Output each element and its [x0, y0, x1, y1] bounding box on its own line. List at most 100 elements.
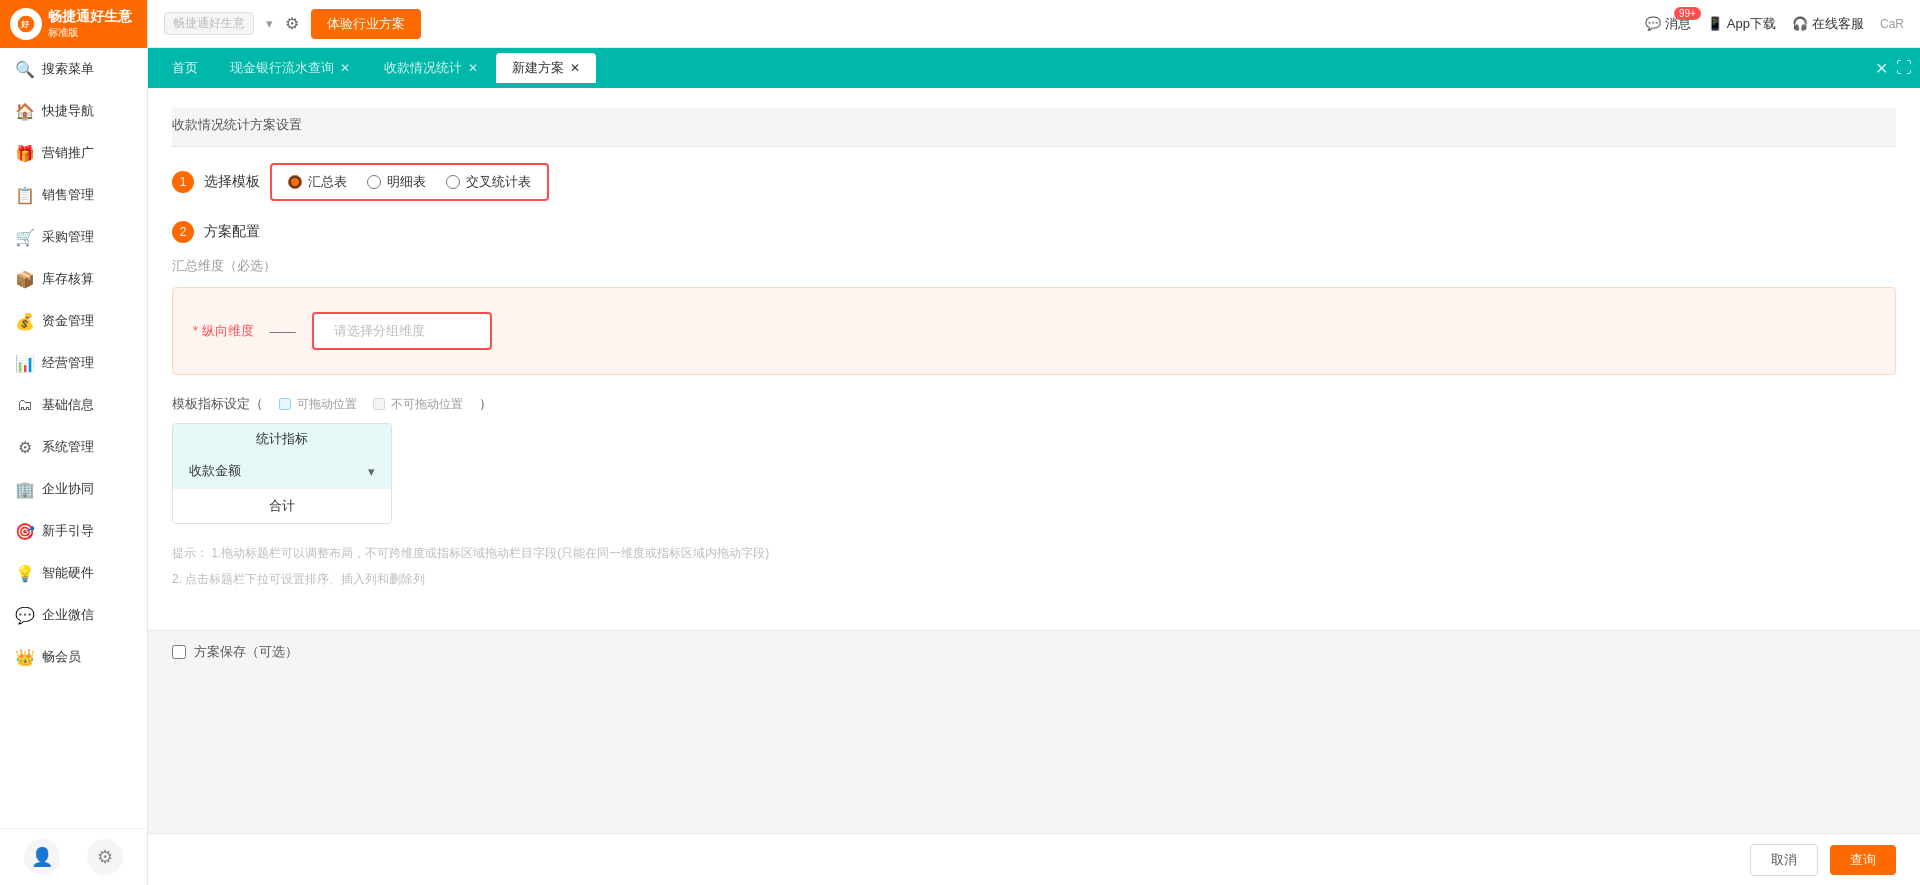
metrics-table-header: 统计指标	[173, 424, 391, 454]
sidebar-item-marketing[interactable]: 🎁 营销推广	[0, 132, 147, 174]
radio-cross-input[interactable]	[446, 175, 460, 189]
tab-new-plan-label: 新建方案	[512, 59, 564, 77]
industry-solution-button[interactable]: 体验行业方案	[311, 9, 421, 39]
download-icon: 📱	[1707, 16, 1723, 31]
metrics-total-row: 合计	[173, 488, 391, 523]
close-window-icon[interactable]: ✕	[1875, 59, 1888, 78]
sidebar-item-finance[interactable]: 💰 资金管理	[0, 300, 147, 342]
chevron-down-icon[interactable]: ▾	[368, 464, 375, 479]
svg-text:好: 好	[20, 19, 30, 29]
fullscreen-icon[interactable]: ⛶	[1896, 59, 1912, 77]
dimension-arrow: ——	[270, 324, 296, 339]
sidebar-item-operation[interactable]: 📊 经营管理	[0, 342, 147, 384]
message-badge: 99+	[1674, 7, 1701, 20]
sidebar-label-wechat: 企业微信	[42, 606, 94, 624]
save-option-section: 方案保存（可选）	[148, 630, 1920, 673]
movable-dot	[279, 398, 291, 410]
metrics-table-header-label: 统计指标	[256, 431, 308, 446]
tab-cashflow[interactable]: 现金银行流水查询 ✕	[214, 53, 366, 83]
user-info[interactable]: CaR	[1880, 17, 1904, 31]
radio-summary[interactable]: 汇总表	[288, 173, 347, 191]
tab-collection[interactable]: 收款情况统计 ✕	[368, 53, 494, 83]
inventory-icon: 📦	[16, 270, 34, 288]
hint-close-label: ）	[479, 395, 492, 413]
footer: 取消 查询	[148, 833, 1920, 885]
message-button[interactable]: 💬 消息 99+	[1645, 15, 1691, 33]
step2-num: 2	[172, 221, 194, 243]
metrics-section: 模板指标设定（ 可拖动位置 不可拖动位置 ）	[172, 395, 1896, 527]
chevron-down-icon[interactable]: ▾	[266, 16, 273, 31]
sidebar-item-enterprise[interactable]: 🏢 企业协同	[0, 468, 147, 510]
finance-icon: 💰	[16, 312, 34, 330]
sidebar-item-hardware[interactable]: 💡 智能硬件	[0, 552, 147, 594]
save-checkbox[interactable]	[172, 645, 186, 659]
tab-new-plan[interactable]: 新建方案 ✕	[496, 53, 596, 83]
sidebar-item-member[interactable]: 👑 畅会员	[0, 636, 147, 678]
sidebar-item-basic[interactable]: 🗂 基础信息	[0, 384, 147, 426]
sidebar-label-system: 系统管理	[42, 438, 94, 456]
sidebar-bottom-icon1[interactable]: 👤	[24, 839, 60, 875]
sidebar-item-inventory[interactable]: 📦 库存核算	[0, 258, 147, 300]
sidebar-item-wechat[interactable]: 💬 企业微信	[0, 594, 147, 636]
app-logo: 好 畅捷通好生意 标准版	[0, 0, 147, 48]
operation-icon: 📊	[16, 354, 34, 372]
topbar-breadcrumb: 畅捷通好生意	[164, 12, 254, 35]
sidebar-label-search: 搜索菜单	[42, 60, 94, 78]
step2-section: 2 方案配置 汇总维度（必选） * 纵向维度 —— 请选择分组维度	[172, 221, 1896, 590]
step2-title: 方案配置	[204, 223, 260, 241]
metrics-table: 统计指标 收款金额 ▾ 合计	[172, 423, 392, 524]
step1-num: 1	[172, 171, 194, 193]
page-title: 收款情况统计方案设置	[172, 117, 302, 132]
tabs-right-actions: ✕ ⛶	[1875, 59, 1912, 78]
tab-home[interactable]: 首页	[156, 53, 214, 83]
sidebar-label-quicknav: 快捷导航	[42, 102, 94, 120]
sidebar-label-inventory: 库存核算	[42, 270, 94, 288]
sidebar-bottom-icon2[interactable]: ⚙	[87, 839, 123, 875]
tab-cashflow-close-icon[interactable]: ✕	[340, 61, 350, 75]
dimension-select[interactable]: 请选择分组维度	[312, 312, 492, 350]
sidebar-item-guide[interactable]: 🎯 新手引导	[0, 510, 147, 552]
basic-icon: 🗂	[16, 396, 34, 414]
sidebar-label-finance: 资金管理	[42, 312, 94, 330]
tab-cashflow-label: 现金银行流水查询	[230, 59, 334, 77]
sidebar-item-quicknav[interactable]: 🏠 快捷导航	[0, 90, 147, 132]
tab-collection-label: 收款情况统计	[384, 59, 462, 77]
sidebar-label-basic: 基础信息	[42, 396, 94, 414]
radio-summary-input[interactable]	[288, 175, 302, 189]
tab-collection-close-icon[interactable]: ✕	[468, 61, 478, 75]
main-area: 畅捷通好生意 ▾ ⚙ 体验行业方案 💬 消息 99+ 📱 App下载 🎧 在线客…	[148, 0, 1920, 885]
save-option-label: 方案保存（可选）	[194, 643, 298, 661]
app-download-link[interactable]: 📱 App下载	[1707, 15, 1776, 33]
template-radio-group: 汇总表 明细表 交叉统计表	[270, 163, 549, 201]
radio-cross[interactable]: 交叉统计表	[446, 173, 531, 191]
sidebar-item-system[interactable]: ⚙ 系统管理	[0, 426, 147, 468]
query-button[interactable]: 查询	[1830, 845, 1896, 875]
hint-movable: 可拖动位置	[279, 396, 357, 413]
radio-detail-input[interactable]	[367, 175, 381, 189]
step1-section: 1 选择模板 汇总表 明细表 交叉统计表	[172, 163, 1896, 201]
tab-bar: 首页 现金银行流水查询 ✕ 收款情况统计 ✕ 新建方案 ✕ ✕ ⛶	[148, 48, 1920, 88]
tip-2: 2. 点击标题栏下拉可设置排序、插入列和删除列	[172, 569, 1896, 591]
online-service-link[interactable]: 🎧 在线客服	[1792, 15, 1864, 33]
metrics-header-row: 模板指标设定（ 可拖动位置 不可拖动位置 ）	[172, 395, 1896, 413]
hint-fixed-label: 不可拖动位置	[391, 396, 463, 413]
cancel-button[interactable]: 取消	[1750, 844, 1818, 876]
sidebar-item-search[interactable]: 🔍 搜索菜单	[0, 48, 147, 90]
tab-new-plan-close-icon[interactable]: ✕	[570, 61, 580, 75]
wechat-icon: 💬	[16, 606, 34, 624]
search-icon: 🔍	[16, 60, 34, 78]
dimension-label: 汇总维度（必选）	[172, 257, 1896, 275]
sidebar-label-operation: 经营管理	[42, 354, 94, 372]
metrics-col1[interactable]: 收款金额 ▾	[173, 454, 391, 488]
logo-icon: 好	[10, 8, 42, 40]
tip-1: 提示： 1.拖动标题栏可以调整布局，不可跨维度或指标区域拖动栏目字段(只能在同一…	[172, 543, 1896, 565]
tips-section: 提示： 1.拖动标题栏可以调整布局，不可跨维度或指标区域拖动栏目字段(只能在同一…	[172, 543, 1896, 590]
message-icon: 💬	[1645, 16, 1661, 31]
metrics-total-label: 合计	[269, 498, 295, 513]
service-label: 在线客服	[1812, 15, 1864, 33]
sidebar-item-purchase[interactable]: 🛒 采购管理	[0, 216, 147, 258]
gear-icon[interactable]: ⚙	[285, 14, 299, 33]
dimension-area: * 纵向维度 —— 请选择分组维度	[172, 287, 1896, 375]
radio-detail[interactable]: 明细表	[367, 173, 426, 191]
sidebar-item-sales[interactable]: 📋 销售管理	[0, 174, 147, 216]
